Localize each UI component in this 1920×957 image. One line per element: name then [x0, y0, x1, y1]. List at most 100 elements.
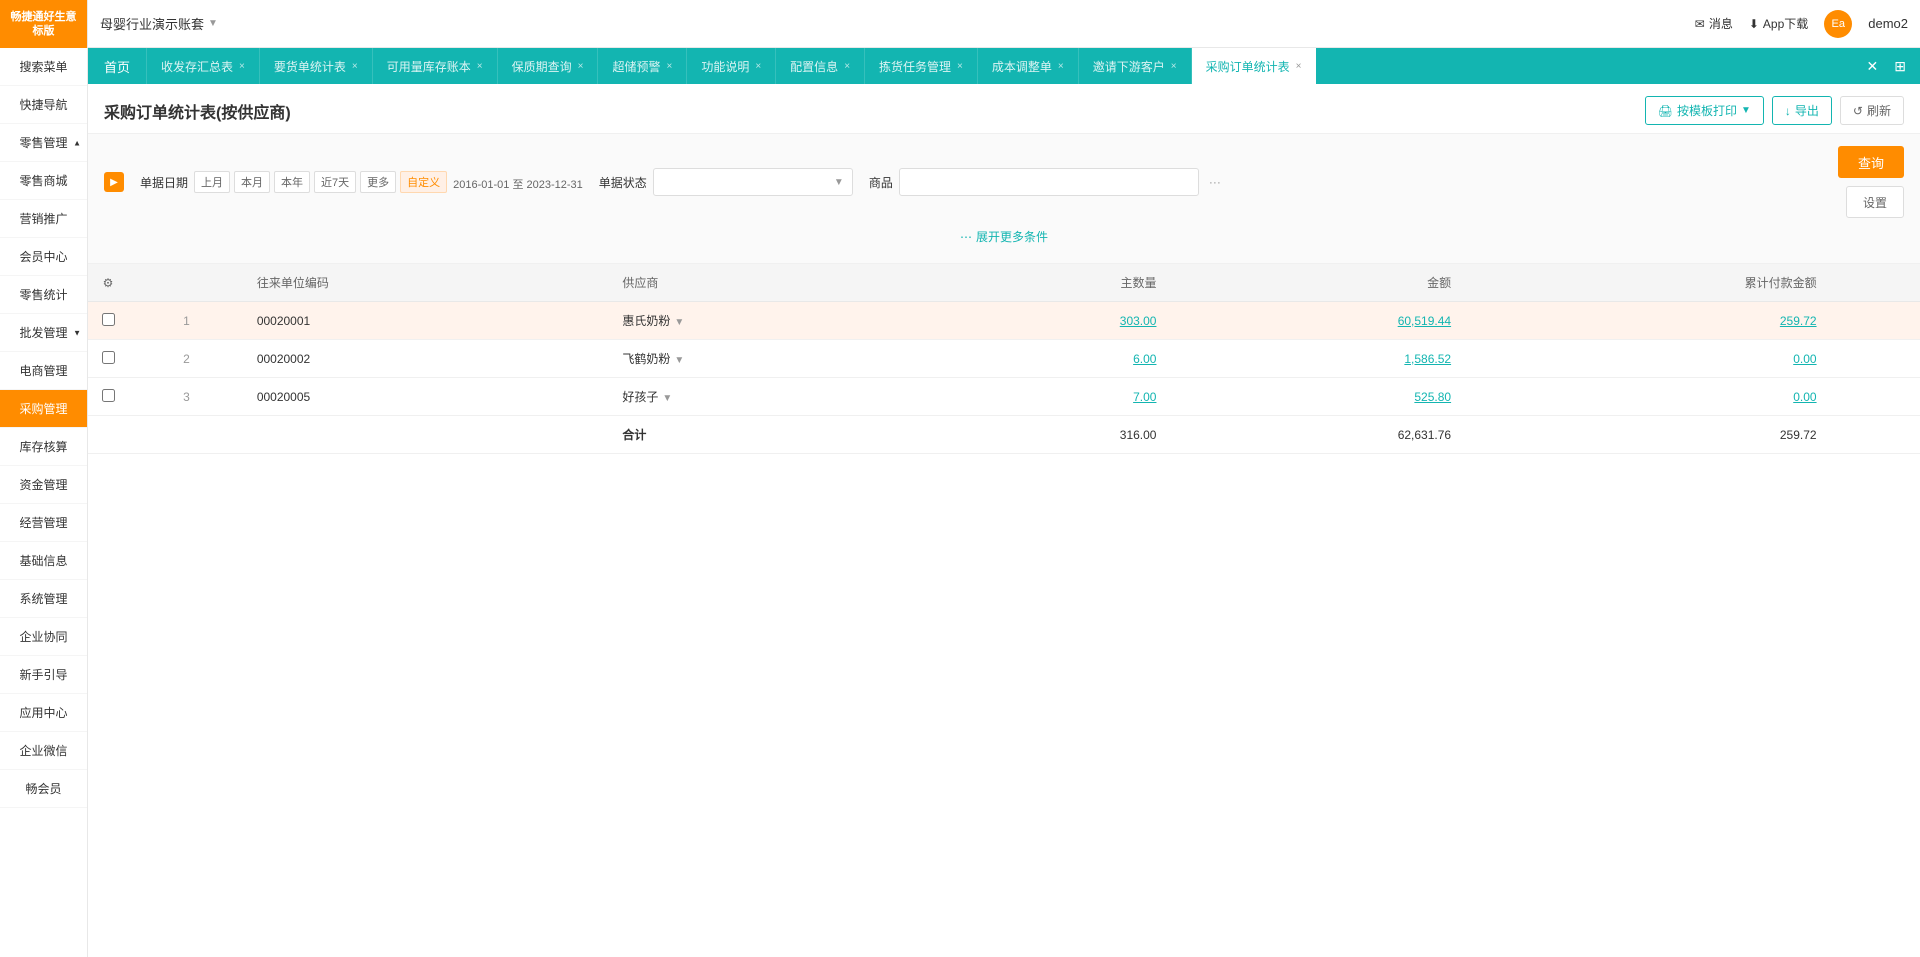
sidebar-item-retail[interactable]: 零售管理 — [0, 124, 87, 162]
cell-checkbox — [88, 378, 128, 416]
paid-link-0[interactable]: 259.72 — [1780, 314, 1817, 328]
tab-overstock[interactable]: 超储预警 × — [598, 48, 687, 84]
row-checkbox-0[interactable] — [102, 313, 115, 326]
tab-expiry[interactable]: 保质期查询 × — [498, 48, 599, 84]
sidebar-item-newguide[interactable]: 新手引导 — [0, 656, 87, 694]
row-checkbox-1[interactable] — [102, 351, 115, 364]
sidebar-item-vip[interactable]: 畅会员 — [0, 770, 87, 808]
message-button[interactable]: ✉ 消息 — [1695, 15, 1733, 32]
tabs-close-icon[interactable]: ✕ — [1861, 56, 1885, 77]
footer-supplier-cell: 合计 — [610, 416, 937, 454]
sidebar-item-ecommerce[interactable]: 电商管理 — [0, 352, 87, 390]
filter-more-button[interactable]: 更多 — [360, 171, 396, 193]
sidebar-item-finance[interactable]: 资金管理 — [0, 466, 87, 504]
tab-costadj-close-icon[interactable]: × — [1058, 61, 1064, 72]
filter-7days-button[interactable]: 近7天 — [314, 171, 356, 193]
filter-goods-input[interactable] — [899, 168, 1199, 196]
tab-expiry-label: 保质期查询 — [512, 58, 572, 75]
sidebar-item-basic[interactable]: 基础信息 — [0, 542, 87, 580]
cell-extra-0 — [1829, 302, 1920, 340]
sidebar-item-retail-shop[interactable]: 零售商城 — [0, 162, 87, 200]
footer-paid-cell: 259.72 — [1463, 416, 1829, 454]
tab-config-close-icon[interactable]: × — [844, 61, 850, 72]
tab-home[interactable]: 首页 — [88, 48, 147, 84]
tab-pick[interactable]: 拣货任务管理 × — [865, 48, 978, 84]
tab-purchasestat-label: 采购订单统计表 — [1206, 58, 1290, 75]
sidebar-item-marketing[interactable]: 营销推广 — [0, 200, 87, 238]
qty-link-1[interactable]: 6.00 — [1133, 352, 1156, 366]
tab-funcdesc[interactable]: 功能说明 × — [687, 48, 776, 84]
cell-supplier-1: 飞鹤奶粉▼ — [610, 340, 937, 378]
cell-code-0: 00020001 — [245, 302, 611, 340]
sidebar-item-appcenter[interactable]: 应用中心 — [0, 694, 87, 732]
tab-overstock-close-icon[interactable]: × — [666, 61, 672, 72]
filter-this-year-button[interactable]: 本年 — [274, 171, 310, 193]
app-logo[interactable]: 畅捷通好生意标版 — [0, 0, 87, 48]
tab-invitecust-close-icon[interactable]: × — [1171, 61, 1177, 72]
tab-costadj[interactable]: 成本调整单 × — [978, 48, 1079, 84]
tab-receivepay[interactable]: 收发存汇总表 × — [147, 48, 260, 84]
download-icon: ⬇ — [1749, 17, 1759, 31]
sidebar-item-system[interactable]: 系统管理 — [0, 580, 87, 618]
filter-goods-item: 商品 ··· — [869, 168, 1221, 196]
sidebar-item-enterprise[interactable]: 企业协同 — [0, 618, 87, 656]
paid-link-2[interactable]: 0.00 — [1793, 390, 1816, 404]
tab-pick-close-icon[interactable]: × — [957, 61, 963, 72]
refresh-button[interactable]: ↺ 刷新 — [1840, 96, 1904, 125]
supplier-expand-icon-1[interactable]: ▼ — [674, 355, 684, 366]
setting-button[interactable]: 设置 — [1846, 186, 1904, 218]
sidebar-item-quicknav[interactable]: 快捷导航 — [0, 86, 87, 124]
filter-last-month-button[interactable]: 上月 — [194, 171, 230, 193]
sidebar-item-search[interactable]: 搜索菜单 — [0, 48, 87, 86]
supplier-expand-icon-0[interactable]: ▼ — [674, 317, 684, 328]
tab-invitecust[interactable]: 邀请下游客户 × — [1079, 48, 1192, 84]
tab-funcdesc-close-icon[interactable]: × — [755, 61, 761, 72]
tab-receivepay-close-icon[interactable]: × — [239, 61, 245, 72]
user-avatar[interactable]: Ea — [1824, 10, 1852, 38]
sidebar-item-wechat[interactable]: 企业微信 — [0, 732, 87, 770]
sidebar-item-purchase[interactable]: 采购管理 — [0, 390, 87, 428]
sidebar-item-inventory[interactable]: 库存核算 — [0, 428, 87, 466]
filter-toggle-button[interactable]: ▶ — [104, 172, 124, 192]
row-checkbox-2[interactable] — [102, 389, 115, 402]
app-download-button[interactable]: ⬇ App下载 — [1749, 15, 1808, 32]
tab-config[interactable]: 配置信息 × — [776, 48, 865, 84]
sidebar-item-operation[interactable]: 经营管理 — [0, 504, 87, 542]
paid-link-1[interactable]: 0.00 — [1793, 352, 1816, 366]
export-icon: ↓ — [1785, 104, 1791, 118]
footer-rownum-cell — [128, 416, 245, 454]
settings-icon[interactable]: ⚙ — [103, 276, 114, 290]
tab-available[interactable]: 可用量库存账本 × — [373, 48, 498, 84]
tabs-maximize-icon[interactable]: ⊞ — [1888, 56, 1912, 77]
tab-available-close-icon[interactable]: × — [477, 61, 483, 72]
workspace-selector[interactable]: 母婴行业演示账套 ▼ — [100, 14, 218, 33]
tab-purchasestat[interactable]: 采购订单统计表 × — [1192, 48, 1317, 84]
qty-link-0[interactable]: 303.00 — [1120, 314, 1157, 328]
sidebar-item-wholesale[interactable]: 批发管理 — [0, 314, 87, 352]
amount-link-0[interactable]: 60,519.44 — [1398, 314, 1451, 328]
tab-expiry-close-icon[interactable]: × — [578, 61, 584, 72]
tab-purchasestat-close-icon[interactable]: × — [1296, 61, 1302, 72]
print-button[interactable]: 🖨 按模板打印 ▼ — [1645, 96, 1764, 125]
footer-label-cell — [245, 416, 611, 454]
sidebar-item-retail-stat[interactable]: 零售统计 — [0, 276, 87, 314]
page-title: 采购订单统计表(按供应商) — [104, 99, 291, 123]
export-button[interactable]: ↓ 导出 — [1772, 96, 1832, 125]
tab-overstock-label: 超储预警 — [612, 58, 660, 75]
cell-paid-2: 0.00 — [1463, 378, 1829, 416]
supplier-expand-icon-2[interactable]: ▼ — [662, 393, 672, 404]
amount-link-1[interactable]: 1,586.52 — [1404, 352, 1451, 366]
expand-more-button[interactable]: ⋯ 展开更多条件 — [954, 222, 1054, 251]
tab-demand-close-icon[interactable]: × — [352, 61, 358, 72]
filter-status-select[interactable]: ▼ — [653, 168, 853, 196]
table-row: 2 00020002 飞鹤奶粉▼ 6.00 1,586.52 0.00 — [88, 340, 1920, 378]
cell-qty-2: 7.00 — [937, 378, 1168, 416]
th-supplier: 供应商 — [610, 264, 937, 302]
filter-this-month-button[interactable]: 本月 — [234, 171, 270, 193]
qty-link-2[interactable]: 7.00 — [1133, 390, 1156, 404]
amount-link-2[interactable]: 525.80 — [1414, 390, 1451, 404]
filter-goods-more-icon[interactable]: ··· — [1209, 175, 1221, 189]
sidebar-item-member[interactable]: 会员中心 — [0, 238, 87, 276]
tab-demand[interactable]: 要货单统计表 × — [260, 48, 373, 84]
query-button[interactable]: 查询 — [1838, 146, 1904, 178]
